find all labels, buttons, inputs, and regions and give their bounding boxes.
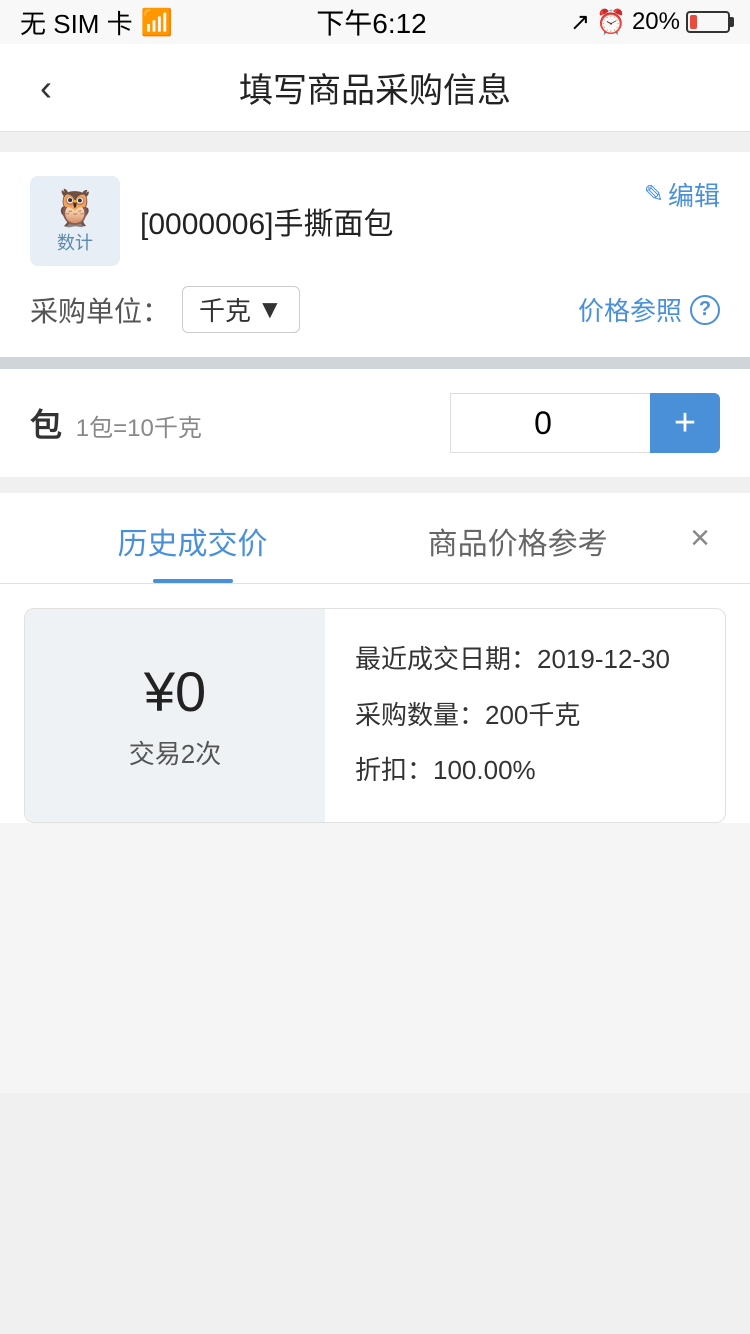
trade-card-left: ¥0 交易2次 [25,609,325,822]
quantity-label: 包 1包=10千克 [30,400,202,446]
trade-card: ¥0 交易2次 最近成交日期：2019-12-30 采购数量：200千克 折扣：… [24,608,726,823]
product-thumbnail: 🦉 数计 [30,176,120,266]
tabs-container: 历史成交价 商品价格参考 × ¥0 交易2次 最近成交日期：2019-12-30… [0,493,750,823]
trade-discount-value: 100.00% [433,755,536,785]
trade-qty-label: 采购数量： [355,700,485,730]
edit-button[interactable]: ✎ 编辑 [644,176,720,213]
status-left: 无 SIM 卡 📶 [20,4,173,41]
price-ref-label: 价格参照 [578,291,682,328]
alarm-icon: ⏰ [596,8,626,37]
quantity-control: + [450,393,720,453]
battery-icon [686,11,730,33]
owl-icon: 🦉 [53,187,98,229]
back-button[interactable]: ‹ [30,57,62,119]
close-button[interactable]: × [680,509,720,568]
unit-label: 采购单位： [30,290,170,330]
plus-button[interactable]: + [650,393,720,453]
trade-discount-row: 折扣：100.00% [355,750,695,792]
owl-label: 数计 [57,229,93,255]
battery-percent: 20% [632,8,680,36]
trade-card-right: 最近成交日期：2019-12-30 采购数量：200千克 折扣：100.00% [325,609,725,822]
trade-qty-row: 采购数量：200千克 [355,695,695,737]
trade-qty-value: 200千克 [485,700,580,730]
quantity-row: 包 1包=10千克 + [0,369,750,477]
help-icon: ? [690,295,720,325]
header: ‹ 填写商品采购信息 [0,44,750,132]
product-name: [0000006]手撕面包 [140,199,393,243]
trade-date-row: 最近成交日期：2019-12-30 [355,639,695,681]
product-left: 🦉 数计 [0000006]手撕面包 [30,176,393,266]
status-bar: 无 SIM 卡 📶 下午6:12 ↗ ⏰ 20% [0,0,750,44]
no-sim-text: 无 SIM 卡 [20,4,133,41]
unit-sub: 1包=10千克 [76,415,202,442]
nav-icon: ↗ [570,8,590,37]
price-ref-button[interactable]: 价格参照 ? [578,291,720,328]
tab-price-reference[interactable]: 商品价格参考 [355,493,680,583]
edit-icon: ✎ [644,180,664,209]
separator-bar [0,357,750,369]
unit-section: 采购单位： 千克 ▼ [30,286,300,333]
trade-discount-label: 折扣： [355,755,433,785]
page-title: 填写商品采购信息 [239,63,511,112]
trade-count: 交易2次 [129,734,221,771]
status-time: 下午6:12 [316,2,427,42]
product-card: 🦉 数计 [0000006]手撕面包 ✎ 编辑 采购单位： 千克 ▼ 价格参照 … [0,152,750,357]
main-content: 历史成交价 商品价格参考 × ¥0 交易2次 最近成交日期：2019-12-30… [0,493,750,1093]
unit-main: 包 [30,407,62,443]
unit-select[interactable]: 千克 ▼ [182,286,300,333]
dropdown-arrow-icon: ▼ [257,294,283,325]
wifi-icon: 📶 [141,7,173,38]
trade-date-value: 2019-12-30 [537,644,670,674]
unit-value: 千克 [199,291,251,328]
trade-price: ¥0 [144,659,206,724]
edit-label: 编辑 [668,176,720,213]
quantity-input[interactable] [450,393,650,453]
status-right: ↗ ⏰ 20% [570,8,730,37]
trade-date-label: 最近成交日期： [355,644,537,674]
tab-history-price[interactable]: 历史成交价 [30,493,355,583]
tabs-header: 历史成交价 商品价格参考 × [0,493,750,584]
